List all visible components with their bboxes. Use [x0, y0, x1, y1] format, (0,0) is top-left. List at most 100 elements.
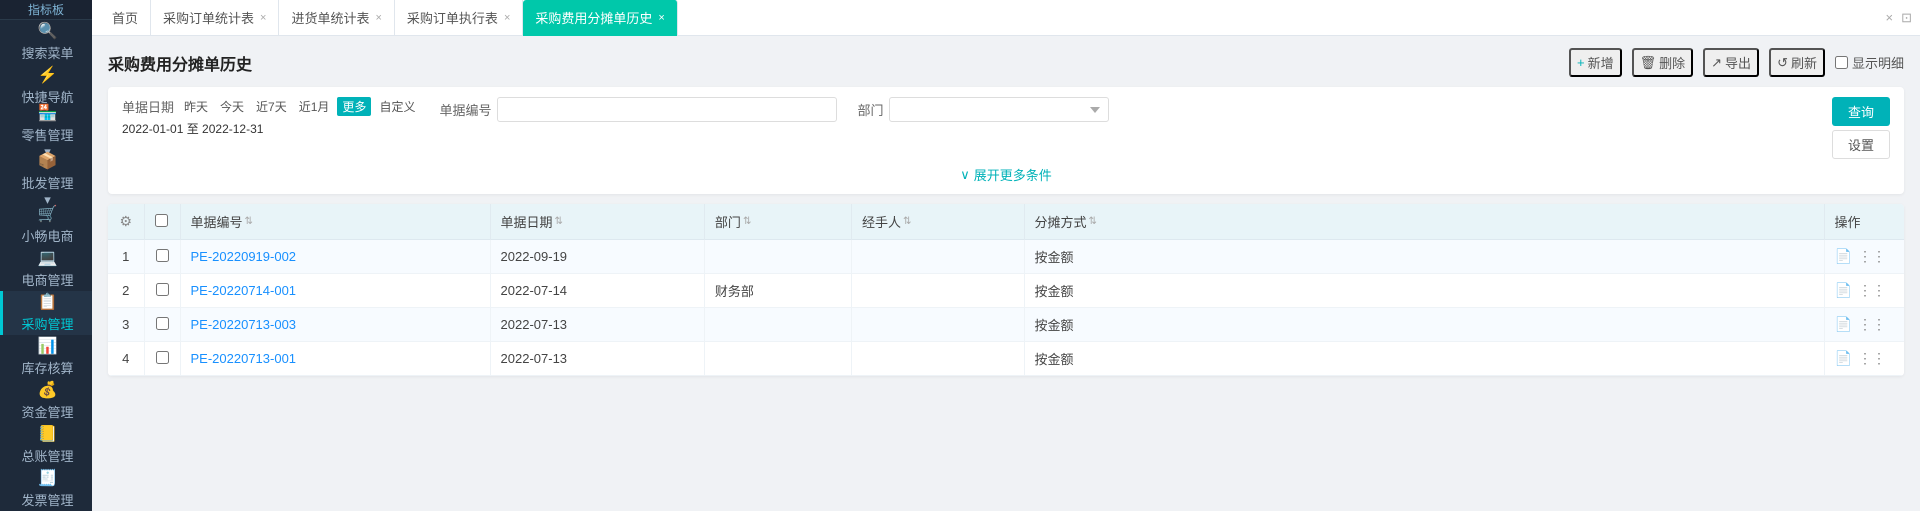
- table-row: 1 PE-20220919-002 2022-09-19 按金额 📄 ⋮⋮: [108, 240, 1904, 274]
- code-filter-input[interactable]: [497, 97, 837, 122]
- sidebar-item-retail[interactable]: 🏪 零售管理 ▾: [0, 108, 92, 156]
- more-icon[interactable]: ⋮⋮: [1858, 248, 1886, 265]
- settings-button[interactable]: 设置: [1832, 130, 1890, 159]
- date-filter-label: 单据日期: [122, 97, 174, 116]
- th-date: 单据日期 ⇅: [490, 204, 704, 240]
- action-icons: 📄 ⋮⋮: [1835, 248, 1895, 265]
- delete-button[interactable]: 🗑 删除: [1632, 48, 1694, 77]
- tab-purchase-stats[interactable]: 采购订单统计表 ×: [151, 0, 279, 36]
- query-button[interactable]: 查询: [1832, 97, 1890, 126]
- td-actions: 📄 ⋮⋮: [1824, 308, 1904, 342]
- tab-inbound-stats[interactable]: 进货单统计表 ×: [279, 0, 394, 36]
- td-date: 2022-09-19: [490, 240, 704, 274]
- th-dept-label: 部门: [715, 212, 741, 231]
- show-cols-toggle[interactable]: 显示明细: [1835, 53, 1904, 72]
- td-split-method: 按金额: [1024, 274, 1824, 308]
- sidebar-item-ledger[interactable]: 📒 总账管理: [0, 423, 92, 467]
- table-row: 2 PE-20220714-001 2022-07-14 财务部 按金额 📄 ⋮…: [108, 274, 1904, 308]
- td-actions: 📄 ⋮⋮: [1824, 274, 1904, 308]
- btn-custom[interactable]: 自定义: [375, 97, 419, 116]
- finance-icon: 💰: [38, 380, 58, 400]
- expand-more-btn[interactable]: ∨ 展开更多条件: [122, 165, 1890, 184]
- tab-home[interactable]: 首页: [100, 0, 151, 36]
- td-checkbox: [144, 240, 180, 274]
- filter-action-col: 查询 设置: [1832, 97, 1890, 159]
- export-button[interactable]: ↗ 导出: [1703, 48, 1759, 77]
- view-icon[interactable]: 📄: [1835, 350, 1852, 367]
- tab-inbound-stats-label: 进货单统计表: [291, 8, 369, 27]
- code-filter-label: 单据编号: [439, 100, 491, 119]
- row-checkbox[interactable]: [156, 283, 169, 296]
- filter-date-col: 单据日期 昨天 今天 近7天 近1月 更多 自定义 2022-01-01 至 2…: [122, 97, 419, 137]
- tab-purchase-exec[interactable]: 采购订单执行表 ×: [395, 0, 523, 36]
- row-checkbox[interactable]: [156, 249, 169, 262]
- dept-filter-select[interactable]: [889, 97, 1109, 122]
- btn-yesterday[interactable]: 昨天: [180, 97, 212, 116]
- row-checkbox[interactable]: [156, 351, 169, 364]
- sidebar-item-label: 采购管理: [21, 314, 73, 333]
- th-split-sort: 分摊方式 ⇅: [1035, 212, 1814, 231]
- show-cols-checkbox[interactable]: [1835, 56, 1848, 69]
- code-link[interactable]: PE-20220713-003: [191, 317, 297, 332]
- td-dept: 财务部: [704, 274, 851, 308]
- more-icon[interactable]: ⋮⋮: [1858, 350, 1886, 367]
- tab-purchase-stats-label: 采购订单统计表: [163, 8, 254, 27]
- search-nav-icon: 🔍: [38, 21, 58, 41]
- sidebar-item-purchase[interactable]: 📋 采购管理: [0, 291, 92, 335]
- code-link[interactable]: PE-20220713-001: [191, 351, 297, 366]
- td-rownum: 1: [108, 240, 144, 274]
- purchase-icon: 📋: [38, 292, 58, 312]
- select-all-checkbox[interactable]: [155, 214, 168, 227]
- tab-close-purchase-cost-history[interactable]: ×: [658, 12, 664, 24]
- add-button[interactable]: + 新增: [1569, 48, 1622, 77]
- date-quick-btns: 昨天 今天 近7天 近1月 更多 自定义: [180, 97, 419, 116]
- sidebar-item-ecommerce-small[interactable]: 🛒 小畅电商: [0, 203, 92, 247]
- table-row: 4 PE-20220713-001 2022-07-13 按金额 📄 ⋮⋮: [108, 342, 1904, 376]
- export-label: 导出: [1725, 53, 1751, 72]
- sidebar-item-wholesale[interactable]: 📦 批发管理 ▾: [0, 155, 92, 203]
- page-header: 采购费用分摊单历史 + 新增 🗑 删除 ↗ 导出 ↺ 刷新: [108, 48, 1904, 77]
- sidebar-item-invoice[interactable]: 🧾 发票管理: [0, 467, 92, 511]
- btn-1month[interactable]: 近1月: [295, 97, 334, 116]
- code-link[interactable]: PE-20220919-002: [191, 249, 297, 264]
- tab-bar: 首页 采购订单统计表 × 进货单统计表 × 采购订单执行表 × 采购费用分摊单历…: [92, 0, 1920, 36]
- row-checkbox[interactable]: [156, 317, 169, 330]
- view-icon[interactable]: 📄: [1835, 282, 1852, 299]
- tab-bar-restore-icon[interactable]: ⊡: [1901, 10, 1912, 26]
- td-date: 2022-07-13: [490, 342, 704, 376]
- sidebar-item-finance[interactable]: 💰 资金管理: [0, 379, 92, 423]
- expand-more-label: 展开更多条件: [974, 165, 1052, 184]
- more-icon[interactable]: ⋮⋮: [1858, 316, 1886, 333]
- btn-today[interactable]: 今天: [216, 97, 248, 116]
- btn-7days[interactable]: 近7天: [252, 97, 291, 116]
- delete-icon: 🗑: [1640, 55, 1657, 71]
- view-icon[interactable]: 📄: [1835, 248, 1852, 265]
- tab-close-purchase-stats[interactable]: ×: [260, 12, 266, 24]
- sidebar: 指标板 🔍 搜索菜单 ⚡ 快捷导航 🏪 零售管理 ▾ 📦 批发管理 ▾ 🛒 小畅…: [0, 0, 92, 511]
- tab-close-inbound-stats[interactable]: ×: [375, 12, 381, 24]
- page-title: 采购费用分摊单历史: [108, 51, 252, 75]
- code-link[interactable]: PE-20220714-001: [191, 283, 297, 298]
- th-handler: 经手人 ⇅: [851, 204, 1024, 240]
- view-icon[interactable]: 📄: [1835, 316, 1852, 333]
- retail-icon: 🏪: [38, 103, 58, 123]
- tab-bar-close-icon[interactable]: ×: [1886, 10, 1894, 25]
- tab-close-purchase-exec[interactable]: ×: [504, 12, 510, 24]
- more-icon[interactable]: ⋮⋮: [1858, 282, 1886, 299]
- sidebar-item-inventory[interactable]: 📊 库存核算: [0, 335, 92, 379]
- settings-col-icon[interactable]: ⚙: [119, 213, 132, 229]
- refresh-button[interactable]: ↺ 刷新: [1769, 48, 1825, 77]
- date-range-display: 2022-01-01 至 2022-12-31: [122, 120, 419, 137]
- sidebar-item-label: 电商管理: [21, 270, 73, 289]
- sidebar-item-search[interactable]: 🔍 搜索菜单: [0, 20, 92, 64]
- tab-purchase-cost-history[interactable]: 采购费用分摊单历史 ×: [523, 0, 677, 36]
- btn-more[interactable]: 更多: [337, 97, 371, 116]
- delete-label: 删除: [1659, 53, 1685, 72]
- th-code-label: 单据编号: [191, 212, 243, 231]
- sidebar-item-ecommerce[interactable]: 💻 电商管理: [0, 247, 92, 291]
- th-date-sort: 单据日期 ⇅: [501, 212, 694, 231]
- td-code: PE-20220714-001: [180, 274, 490, 308]
- toolbar-actions: + 新增 🗑 删除 ↗ 导出 ↺ 刷新 显示明细: [1569, 48, 1904, 77]
- sidebar-item-label: 资金管理: [21, 402, 73, 421]
- sidebar-item-quicknav[interactable]: ⚡ 快捷导航: [0, 64, 92, 108]
